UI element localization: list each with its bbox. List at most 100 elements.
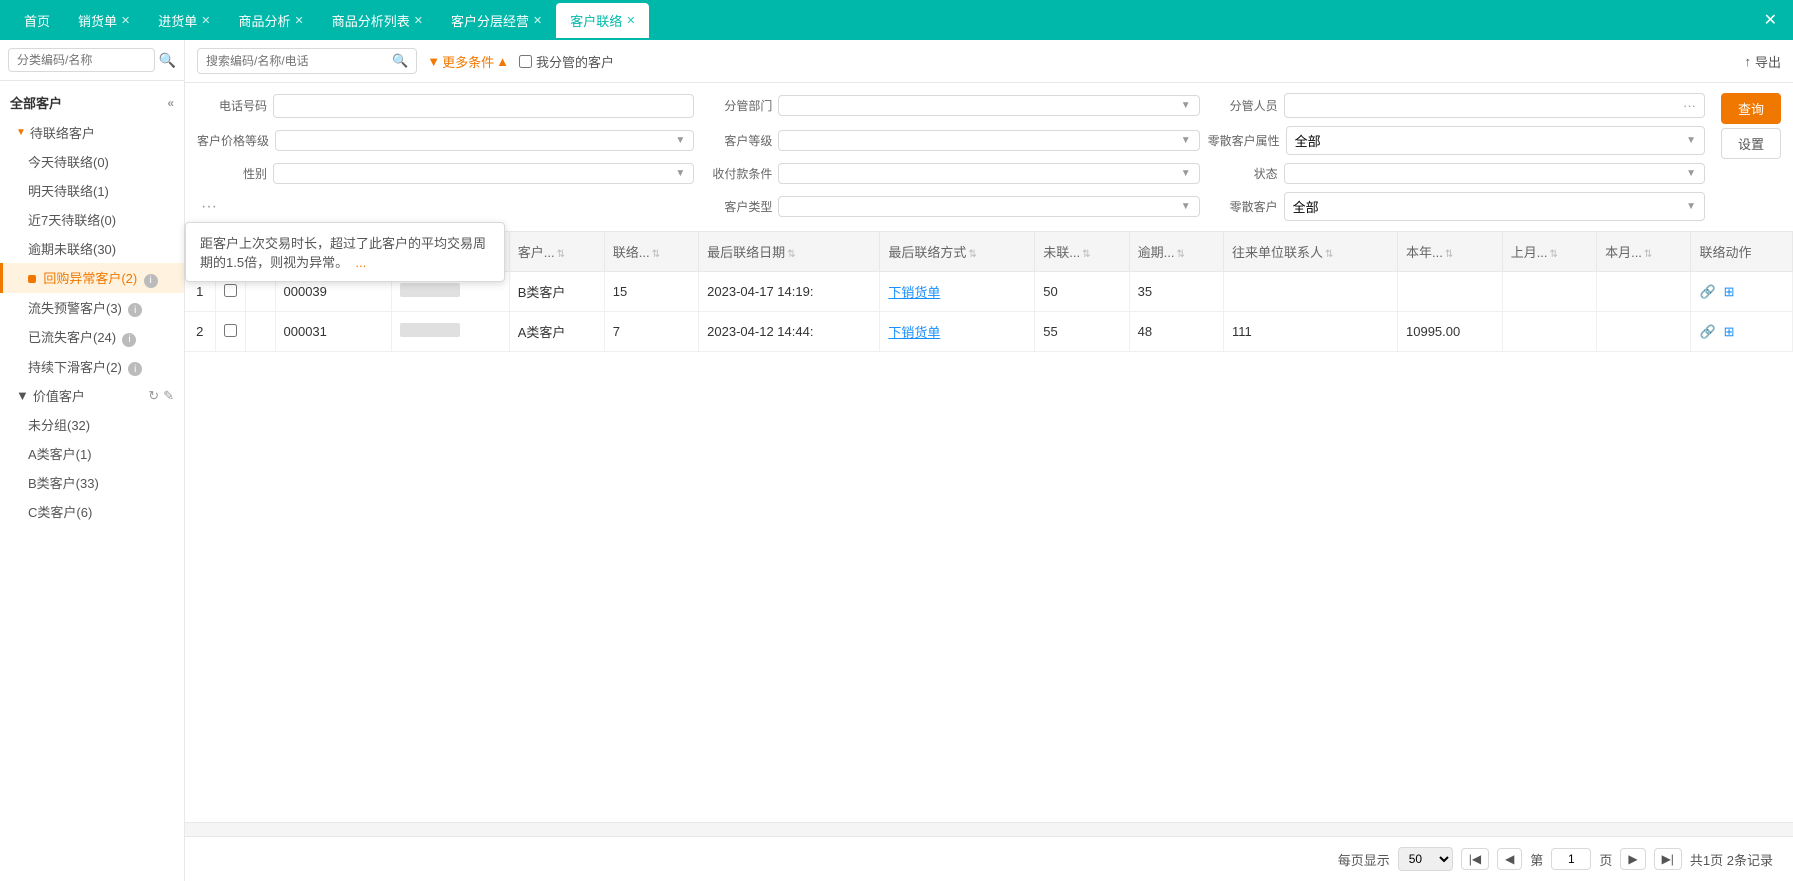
- prev-page-btn[interactable]: ◀: [1497, 848, 1522, 870]
- price-level-select[interactable]: ▼: [275, 130, 694, 151]
- tab-customer-tier[interactable]: 客户分层经营 ✕: [437, 3, 556, 38]
- sidebar-search-icon[interactable]: 🔍: [159, 52, 176, 69]
- action-grid-icon[interactable]: ⊞: [1724, 324, 1735, 340]
- row-last-contact-method[interactable]: 下销货单: [880, 312, 1035, 352]
- first-page-btn[interactable]: |◀: [1461, 848, 1489, 870]
- horizontal-scrollbar[interactable]: [185, 822, 1793, 836]
- advanced-filter: 电话号码 分管部门 ▼ 分管人员 ···: [185, 83, 1793, 232]
- col-customer-type[interactable]: 客户...⇅: [509, 232, 604, 272]
- col-last-contact-method[interactable]: 最后联络方式⇅: [880, 232, 1035, 272]
- last-page-btn[interactable]: ▶|: [1654, 848, 1682, 870]
- settings-button[interactable]: 设置: [1721, 128, 1781, 159]
- my-customer-checkbox[interactable]: [519, 55, 532, 68]
- query-button[interactable]: 查询: [1721, 93, 1781, 124]
- search-icon[interactable]: 🔍: [392, 53, 408, 69]
- sidebar-search-input[interactable]: [8, 48, 155, 72]
- row-checkbox[interactable]: [224, 324, 237, 337]
- sidebar-all-customers[interactable]: 全部客户 «: [0, 87, 184, 118]
- col-last-contact-date[interactable]: 最后联络日期⇅: [699, 232, 880, 272]
- next-page-btn[interactable]: ▶: [1620, 848, 1645, 870]
- sidebar-item-a-class[interactable]: A类客户(1): [0, 439, 184, 468]
- filter-retail-attr: 零散客户属性 全部▼: [1208, 126, 1705, 155]
- row-last-contact-date: 2023-04-12 14:44:: [699, 312, 880, 352]
- close-all-tabs[interactable]: ✕: [1764, 10, 1777, 30]
- tab-customer-contact[interactable]: 客户联络 ✕: [556, 3, 649, 38]
- row-last-contact-method[interactable]: 下销货单: [880, 272, 1035, 312]
- row-unit-contact: [1224, 272, 1398, 312]
- sidebar-item-already-lost[interactable]: 已流失客户(24) i: [0, 322, 184, 352]
- value-triangle-icon: ▼: [16, 388, 29, 403]
- total-records-label: 共1页 2条记录: [1690, 850, 1773, 869]
- col-contact-count[interactable]: 联络...⇅: [604, 232, 698, 272]
- sidebar-search-area: 🔍: [0, 40, 184, 81]
- lost-warning-info-icon[interactable]: i: [128, 303, 142, 317]
- more-conditions-btn[interactable]: ▼ 更多条件 ▲: [427, 52, 509, 71]
- customer-type-select[interactable]: ▼: [778, 196, 1199, 217]
- col-action: 联络动作: [1691, 232, 1793, 272]
- sidebar-item-lost-warning[interactable]: 流失预警客户(3) i: [0, 293, 184, 323]
- sidebar-item-b-class[interactable]: B类客户(33): [0, 468, 184, 497]
- sidebar-item-repurchase-abnormal[interactable]: 回购异常客户(2) i: [0, 263, 184, 293]
- table-scroll[interactable]: ⚙ 客户编码⇅ 客户名称⇅ 客户...⇅ 联络...⇅ 最后联络日期⇅ 最后联络…: [185, 232, 1793, 822]
- action-grid-icon[interactable]: ⊞: [1724, 284, 1735, 300]
- tab-product-analysis[interactable]: 商品分析 ✕: [224, 3, 317, 38]
- tab-sales-close[interactable]: ✕: [121, 14, 130, 27]
- col-overdue[interactable]: 逾期...⇅: [1129, 232, 1223, 272]
- department-select[interactable]: ▼: [778, 95, 1199, 116]
- sidebar-item-today[interactable]: 今天待联络(0): [0, 147, 184, 176]
- row-name: [392, 312, 510, 352]
- gender-select[interactable]: ▼: [273, 163, 694, 184]
- edit-icon[interactable]: ✎: [163, 388, 174, 404]
- tab-customer-contact-close[interactable]: ✕: [626, 14, 635, 27]
- tab-home[interactable]: 首页: [10, 3, 64, 38]
- sidebar-item-unclassified[interactable]: 未分组(32): [0, 410, 184, 439]
- tab-purchase[interactable]: 进货单 ✕: [144, 3, 224, 38]
- sidebar-item-7days[interactable]: 近7天待联络(0): [0, 205, 184, 234]
- tab-customer-tier-close[interactable]: ✕: [533, 14, 542, 27]
- payment-select[interactable]: ▼: [778, 163, 1199, 184]
- more-options-dots[interactable]: ···: [197, 198, 221, 216]
- repurchase-tooltip: 距客户上次交易时长，超过了此客户的平均交易周期的1.5倍，则视为异常。 ...: [185, 222, 505, 282]
- refresh-icon[interactable]: ↻: [148, 388, 159, 404]
- col-this-year[interactable]: 本年...⇅: [1398, 232, 1503, 272]
- sidebar-value-customer-group[interactable]: ▼ 价值客户 ↻ ✎: [0, 381, 184, 410]
- status-select[interactable]: ▼: [1284, 163, 1705, 184]
- col-unit-contact[interactable]: 往来单位联系人⇅: [1224, 232, 1398, 272]
- page-number-input[interactable]: [1551, 848, 1591, 870]
- manager-select[interactable]: ···: [1284, 93, 1705, 118]
- row-checkbox[interactable]: [224, 284, 237, 297]
- sidebar-item-continuous-down[interactable]: 持续下滑客户(2) i: [0, 352, 184, 382]
- filter-manager: 分管人员 ···: [1208, 93, 1705, 118]
- tab-sales[interactable]: 销货单 ✕: [64, 3, 144, 38]
- action-link-icon[interactable]: 🔗: [1699, 284, 1715, 300]
- sidebar-item-overdue[interactable]: 逾期未联络(30): [0, 234, 184, 263]
- sidebar-item-tomorrow[interactable]: 明天待联络(1): [0, 176, 184, 205]
- tab-home-label: 首页: [24, 11, 50, 30]
- tab-product-analysis-list-close[interactable]: ✕: [414, 14, 423, 27]
- tab-purchase-close[interactable]: ✕: [201, 14, 210, 27]
- retail-customer-select[interactable]: 全部▼: [1284, 192, 1705, 221]
- tab-product-analysis-list[interactable]: 商品分析列表 ✕: [318, 3, 437, 38]
- search-input[interactable]: [206, 54, 386, 68]
- continuous-down-info-icon[interactable]: i: [128, 362, 142, 376]
- action-buttons: 查询 设置: [1721, 93, 1781, 159]
- tab-product-analysis-close[interactable]: ✕: [295, 14, 304, 27]
- sidebar-pending-group[interactable]: ▼ 待联络客户: [0, 118, 184, 147]
- row-overdue: 35: [1129, 272, 1223, 312]
- col-no-contact[interactable]: 未联...⇅: [1035, 232, 1129, 272]
- sidebar-item-c-class[interactable]: C类客户(6): [0, 497, 184, 526]
- action-link-icon[interactable]: 🔗: [1699, 324, 1715, 340]
- col-this-month[interactable]: 本月...⇅: [1597, 232, 1691, 272]
- tooltip-more[interactable]: ...: [355, 255, 366, 270]
- export-btn[interactable]: ↑ 导出: [1744, 52, 1781, 71]
- retail-attr-select[interactable]: 全部▼: [1286, 126, 1705, 155]
- phone-input[interactable]: [273, 94, 694, 118]
- repurchase-info-icon[interactable]: i: [144, 274, 158, 288]
- tooltip-text: 距客户上次交易时长，超过了此客户的平均交易周期的1.5倍，则视为异常。: [200, 236, 486, 270]
- department-label: 分管部门: [702, 97, 772, 114]
- sidebar-collapse-icon[interactable]: «: [167, 96, 174, 110]
- already-lost-info-icon[interactable]: i: [122, 333, 136, 347]
- per-page-select[interactable]: 50 10 20 100: [1398, 847, 1453, 871]
- col-last-month[interactable]: 上月...⇅: [1502, 232, 1596, 272]
- customer-level-select[interactable]: ▼: [778, 130, 1199, 151]
